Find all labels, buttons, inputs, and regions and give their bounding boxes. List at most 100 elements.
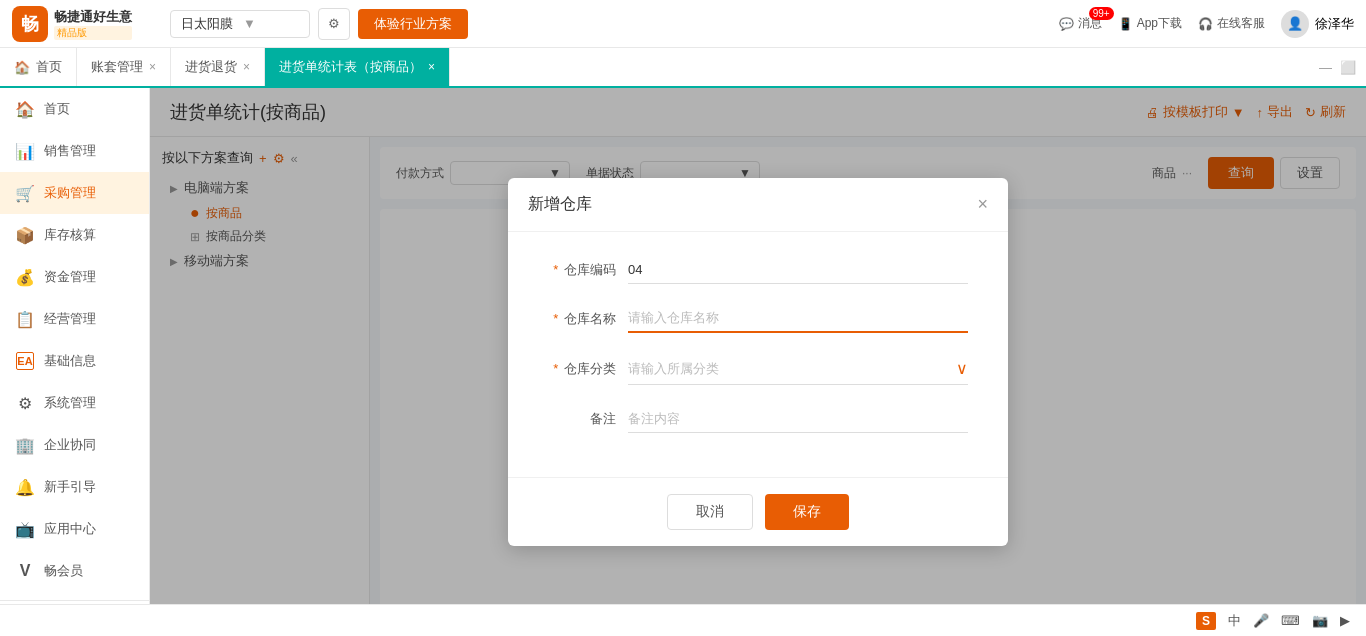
gear-icon: ⚙ [328,16,340,31]
sidebar-item-operations[interactable]: 📋 经营管理 [0,298,149,340]
modal-close-button[interactable]: × [977,194,988,215]
user-area[interactable]: 👤 徐泽华 [1281,10,1354,38]
online-service-button[interactable]: 🎧 在线客服 [1198,15,1265,32]
statusbar-keyboard-icon[interactable]: ⌨ [1281,613,1300,628]
note-input[interactable] [628,405,968,433]
sales-icon: 📊 [16,142,34,160]
modal-overlay: 新增仓库 × * 仓库编码 * [150,88,1366,636]
enterprise-icon: 🏢 [16,436,34,454]
statusbar-play-icon[interactable]: ▶ [1340,613,1350,628]
header-right: 💬 消息 99+ 📱 App下载 🎧 在线客服 👤 徐泽华 [1059,10,1354,38]
code-label: 仓库编码 [564,262,616,277]
tab-accounts-close[interactable]: × [149,60,156,74]
sidebar-item-purchase[interactable]: 🛒 采购管理 [0,172,149,214]
statusbar-zh[interactable]: 中 [1228,612,1241,630]
logo-icon: 畅 [12,6,48,42]
name-input[interactable] [628,304,968,333]
modal-title: 新增仓库 [528,194,592,215]
category-placeholder: 请输入所属分类 [628,360,956,378]
new-warehouse-modal: 新增仓库 × * 仓库编码 * [508,178,1008,546]
sidebar-item-sales-label: 销售管理 [44,142,96,160]
tab-purchase-stats-label: 进货单统计表（按商品） [279,58,422,76]
name-label-container: * 仓库名称 [548,310,628,328]
headset-icon: 🎧 [1198,17,1213,31]
home-icon: 🏠 [16,100,34,118]
home-icon: 🏠 [14,60,30,75]
tab-purchase-stats[interactable]: 进货单统计表（按商品） × [265,48,450,86]
tab-home-label: 首页 [36,58,62,76]
tab-controls: — ⬜ [1309,48,1366,86]
store-selector[interactable]: 日太阳膜 ▼ [170,10,310,38]
category-field-row: * 仓库分类 请输入所属分类 ∨ [548,353,968,385]
modal-footer: 取消 保存 [508,477,1008,546]
avatar-icon: 👤 [1287,16,1303,31]
logo-title: 畅捷通好生意 [54,8,132,26]
finance-icon: 💰 [16,268,34,286]
modal-body: * 仓库编码 * 仓库名称 [508,232,1008,477]
code-label-container: * 仓库编码 [548,261,628,279]
sidebar-item-sales[interactable]: 📊 销售管理 [0,130,149,172]
tab-purchase-return[interactable]: 进货退货 × [171,48,265,86]
sidebar-item-guide[interactable]: 🔔 新手引导 [0,466,149,508]
user-avatar: 👤 [1281,10,1309,38]
note-label-container: 备注 [548,410,628,428]
sidebar-item-system-label: 系统管理 [44,394,96,412]
note-field-row: 备注 [548,405,968,433]
statusbar-mic-icon[interactable]: 🎤 [1253,613,1269,628]
code-input[interactable] [628,256,968,284]
tab-accounts[interactable]: 账套管理 × [77,48,171,86]
main-layout: 🏠 首页 📊 销售管理 🛒 采购管理 📦 库存核算 💰 资金管理 📋 经营管理 … [0,88,1366,636]
settings-button[interactable]: ⚙ [318,8,350,40]
membership-icon: V [16,562,34,580]
sidebar-item-membership-label: 畅会员 [44,562,83,580]
tab-purchase-stats-close[interactable]: × [428,60,435,74]
top-header: 畅 畅捷通好生意 精品版 日太阳膜 ▼ ⚙ 体验行业方案 💬 消息 99+ 📱 … [0,0,1366,48]
category-label: 仓库分类 [564,361,616,376]
tab-accounts-label: 账套管理 [91,58,143,76]
sidebar-item-system[interactable]: ⚙ 系统管理 [0,382,149,424]
messages-button[interactable]: 💬 消息 99+ [1059,15,1102,32]
basic-info-icon: EA [16,352,34,370]
operations-icon: 📋 [16,310,34,328]
sidebar-item-home-label: 首页 [44,100,70,118]
sidebar-item-enterprise[interactable]: 🏢 企业协同 [0,424,149,466]
note-label: 备注 [590,411,616,426]
tab-minimize-button[interactable]: — [1317,58,1334,77]
s-logo-icon: S [1196,612,1216,630]
online-service-label: 在线客服 [1217,15,1265,32]
sidebar-item-operations-label: 经营管理 [44,310,96,328]
inventory-icon: 📦 [16,226,34,244]
statusbar-camera-icon[interactable]: 📷 [1312,613,1328,628]
sidebar-item-home[interactable]: 🏠 首页 [0,88,149,130]
sidebar-item-finance-label: 资金管理 [44,268,96,286]
logo-subtitle: 精品版 [54,26,132,40]
category-dropdown-icon: ∨ [956,359,968,378]
guide-icon: 🔔 [16,478,34,496]
name-label: 仓库名称 [564,311,616,326]
category-label-container: * 仓库分类 [548,360,628,378]
message-icon: 💬 [1059,17,1074,31]
sidebar-item-purchase-label: 采购管理 [44,184,96,202]
tab-purchase-return-close[interactable]: × [243,60,250,74]
category-required-star: * [553,361,558,376]
category-select[interactable]: 请输入所属分类 ∨ [628,353,968,385]
name-field-row: * 仓库名称 [548,304,968,333]
sidebar-item-membership[interactable]: V 畅会员 [0,550,149,592]
logo-area: 畅 畅捷通好生意 精品版 [12,6,162,42]
sidebar-item-app-center[interactable]: 📺 应用中心 [0,508,149,550]
app-download-button[interactable]: 📱 App下载 [1118,15,1182,32]
purchase-icon: 🛒 [16,184,34,202]
sidebar-item-basic-info[interactable]: EA 基础信息 [0,340,149,382]
save-button[interactable]: 保存 [765,494,849,530]
sidebar-item-finance[interactable]: 💰 资金管理 [0,256,149,298]
sidebar: 🏠 首页 📊 销售管理 🛒 采购管理 📦 库存核算 💰 资金管理 📋 经营管理 … [0,88,150,636]
sidebar-item-inventory[interactable]: 📦 库存核算 [0,214,149,256]
tab-purchase-return-label: 进货退货 [185,58,237,76]
cancel-button[interactable]: 取消 [667,494,753,530]
app-download-label: App下载 [1137,15,1182,32]
app-center-icon: 📺 [16,520,34,538]
tab-expand-button[interactable]: ⬜ [1338,58,1358,77]
trial-button[interactable]: 体验行业方案 [358,9,468,39]
tab-home[interactable]: 🏠 首页 [0,48,77,86]
sidebar-item-app-center-label: 应用中心 [44,520,96,538]
